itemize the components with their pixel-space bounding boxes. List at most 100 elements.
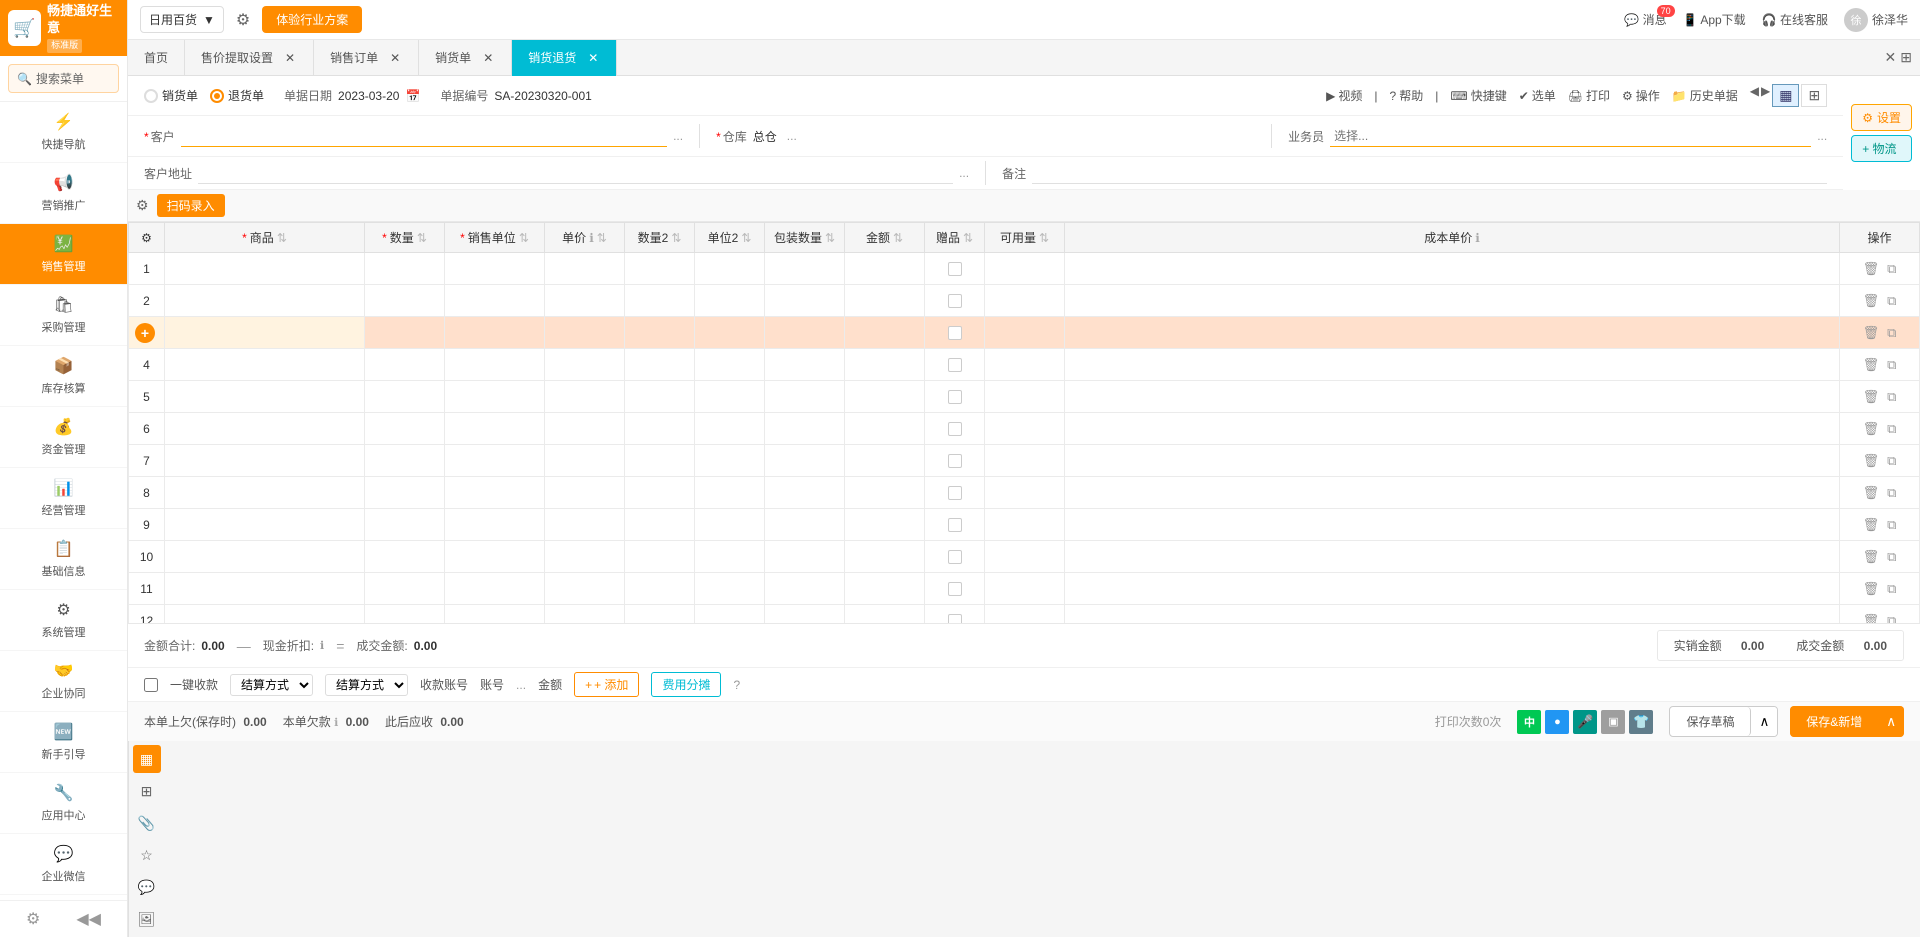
amount-cell[interactable] [845, 253, 925, 285]
action-history[interactable]: 📁 历史单据 [1672, 87, 1738, 104]
barcode-scan-btn[interactable]: 扫码录入 [157, 194, 225, 217]
sidebar-search[interactable]: 🔍 搜索菜单 [0, 56, 127, 102]
sidebar-item-operations[interactable]: 📊 经营管理 [0, 468, 127, 529]
delete-row-btn[interactable]: 🗑 [1861, 515, 1882, 535]
sidebar-item-apps[interactable]: 🔧 应用中心 [0, 773, 127, 834]
sidebar-item-finance[interactable]: 💰 资金管理 [0, 407, 127, 468]
product-cell[interactable] [165, 285, 365, 317]
tab-price-setting[interactable]: 售价提取设置 ✕ [185, 40, 314, 76]
tab-sales-delivery[interactable]: 销货单 ✕ [419, 40, 512, 76]
save-draft-dropdown-btn[interactable]: ∧ [1751, 707, 1777, 736]
gift-checkbox[interactable] [948, 422, 962, 436]
sidebar-item-purchase[interactable]: 🛍 采购管理 [0, 285, 127, 346]
address-dots[interactable]: ... [959, 166, 969, 180]
rp-attachment-icon[interactable]: 📎 [133, 809, 161, 837]
salesperson-dots[interactable]: ... [1817, 129, 1827, 143]
gift-checkbox[interactable] [948, 518, 962, 532]
cost-price-info-icon[interactable]: ℹ [1475, 231, 1480, 245]
qty2-cell[interactable] [625, 253, 695, 285]
delete-row-btn[interactable]: 🗑 [1861, 451, 1882, 471]
search-menu-button[interactable]: 🔍 搜索菜单 [8, 64, 119, 93]
payment-help-icon[interactable]: ? [733, 678, 740, 692]
copy-row-btn-active[interactable]: ⧉ [1885, 323, 1898, 343]
gift-checkbox[interactable] [948, 550, 962, 564]
sidebar-item-marketing[interactable]: 📢 营销推广 [0, 163, 127, 224]
sidebar-collapse-btn[interactable]: ◀◀ [76, 909, 101, 929]
sort-available[interactable]: ⇅ [1039, 231, 1049, 245]
action-help[interactable]: ? 帮助 [1390, 87, 1424, 104]
sidebar-item-system[interactable]: ⚙ 系统管理 [0, 590, 127, 651]
monthly-info[interactable]: ℹ [334, 717, 338, 729]
product-input-active[interactable] [171, 326, 358, 340]
copy-row-btn[interactable]: ⧉ [1885, 579, 1898, 599]
topbar-settings-icon[interactable]: ⚙ [236, 10, 250, 30]
status-icon-screen[interactable]: ▣ [1601, 710, 1625, 734]
address-input[interactable] [198, 163, 953, 184]
sidebar-item-guide[interactable]: 🆕 新手引导 [0, 712, 127, 773]
copy-row-btn[interactable]: ⧉ [1885, 291, 1898, 311]
industry-selector[interactable]: 日用百货 ▼ [140, 6, 224, 33]
user-menu[interactable]: 徐 徐泽华 [1844, 8, 1908, 32]
action-print[interactable]: 🖨 打印 [1568, 87, 1610, 104]
next-record-btn[interactable]: ▶ [1761, 84, 1770, 107]
app-download-btn[interactable]: 📱 App下载 [1683, 11, 1746, 28]
expand-tabs-icon[interactable]: ⊞ [1900, 49, 1912, 66]
sort-unit-price[interactable]: ⇅ [597, 231, 607, 245]
table-view-btn[interactable]: ▦ [1772, 84, 1799, 107]
cost-price-cell[interactable] [1065, 285, 1840, 317]
gift-checkbox[interactable] [948, 358, 962, 372]
sidebar-item-shortcuts[interactable]: ⚡ 快捷导航 [0, 102, 127, 163]
sidebar-item-enterprise[interactable]: 🤝 企业协同 [0, 651, 127, 712]
sidebar-item-sales[interactable]: 💹 销售管理 [0, 224, 127, 285]
prev-record-btn[interactable]: ◀ [1750, 84, 1759, 107]
delete-row-btn[interactable]: 🗑 [1861, 355, 1882, 375]
sales-unit-cell[interactable] [445, 253, 545, 285]
copy-row-btn[interactable]: ⧉ [1885, 611, 1898, 624]
sort-sales-unit[interactable]: ⇅ [519, 231, 529, 245]
remark-input[interactable] [1032, 163, 1827, 184]
calc-method-select[interactable]: 结算方式 [325, 674, 408, 696]
delete-row-btn[interactable]: 🗑 [1861, 579, 1882, 599]
messages-btn[interactable]: 💬 消息 70 [1624, 11, 1666, 28]
unit-price-cell[interactable] [545, 285, 625, 317]
radio-sales[interactable]: 销货单 [144, 87, 198, 104]
rp-table-icon[interactable]: ▦ [133, 745, 161, 773]
product-cell[interactable] [165, 253, 365, 285]
delete-row-btn[interactable]: 🗑 [1861, 291, 1882, 311]
add-logistics-btn[interactable]: + 物流 [1851, 135, 1912, 162]
close-sales-order-tab[interactable]: ✕ [388, 49, 402, 67]
delete-row-btn[interactable]: 🗑 [1861, 259, 1882, 279]
unit-price-info-icon[interactable]: ℹ [589, 231, 594, 245]
sidebar-item-inventory[interactable]: 📦 库存核算 [0, 346, 127, 407]
copy-row-btn[interactable]: ⧉ [1885, 387, 1898, 407]
amount-cell[interactable] [845, 285, 925, 317]
sort-qty2[interactable]: ⇅ [671, 231, 681, 245]
action-operate[interactable]: ⚙ 操作 [1622, 87, 1660, 104]
gift-checkbox[interactable] [948, 294, 962, 308]
action-shortcut[interactable]: ⌨ 快捷键 [1450, 87, 1506, 104]
expense-btn[interactable]: 费用分摊 [651, 672, 721, 697]
delete-row-btn[interactable]: 🗑 [1861, 387, 1882, 407]
qty-cell[interactable] [365, 253, 445, 285]
close-all-tabs-icon[interactable]: ✕ [1885, 49, 1897, 66]
rp-star-icon[interactable]: ☆ [133, 841, 161, 869]
copy-row-btn[interactable]: ⧉ [1885, 451, 1898, 471]
sidebar-settings-btn[interactable]: ⚙ [26, 909, 40, 929]
sort-unit2[interactable]: ⇅ [741, 231, 751, 245]
rp-grid-icon[interactable]: ⊞ [133, 777, 161, 805]
customer-input[interactable] [181, 126, 667, 147]
product-cell-active[interactable] [165, 317, 365, 349]
copy-row-btn[interactable]: ⧉ [1885, 515, 1898, 535]
save-new-dropdown-btn[interactable]: ∧ [1878, 706, 1904, 737]
available-cell[interactable] [985, 253, 1065, 285]
one-click-pay-checkbox[interactable] [144, 678, 158, 692]
customer-dots[interactable]: ... [673, 129, 683, 143]
sort-amount[interactable]: ⇅ [893, 231, 903, 245]
qty2-cell[interactable] [625, 285, 695, 317]
sidebar-item-basics[interactable]: 📋 基础信息 [0, 529, 127, 590]
action-select[interactable]: ✔ 选单 [1519, 87, 1556, 104]
calendar-icon[interactable]: 📅 [405, 89, 420, 103]
settings-btn[interactable]: ⚙ 设置 [1851, 104, 1912, 131]
qty-cell[interactable] [365, 285, 445, 317]
pkg-qty-cell[interactable] [765, 285, 845, 317]
